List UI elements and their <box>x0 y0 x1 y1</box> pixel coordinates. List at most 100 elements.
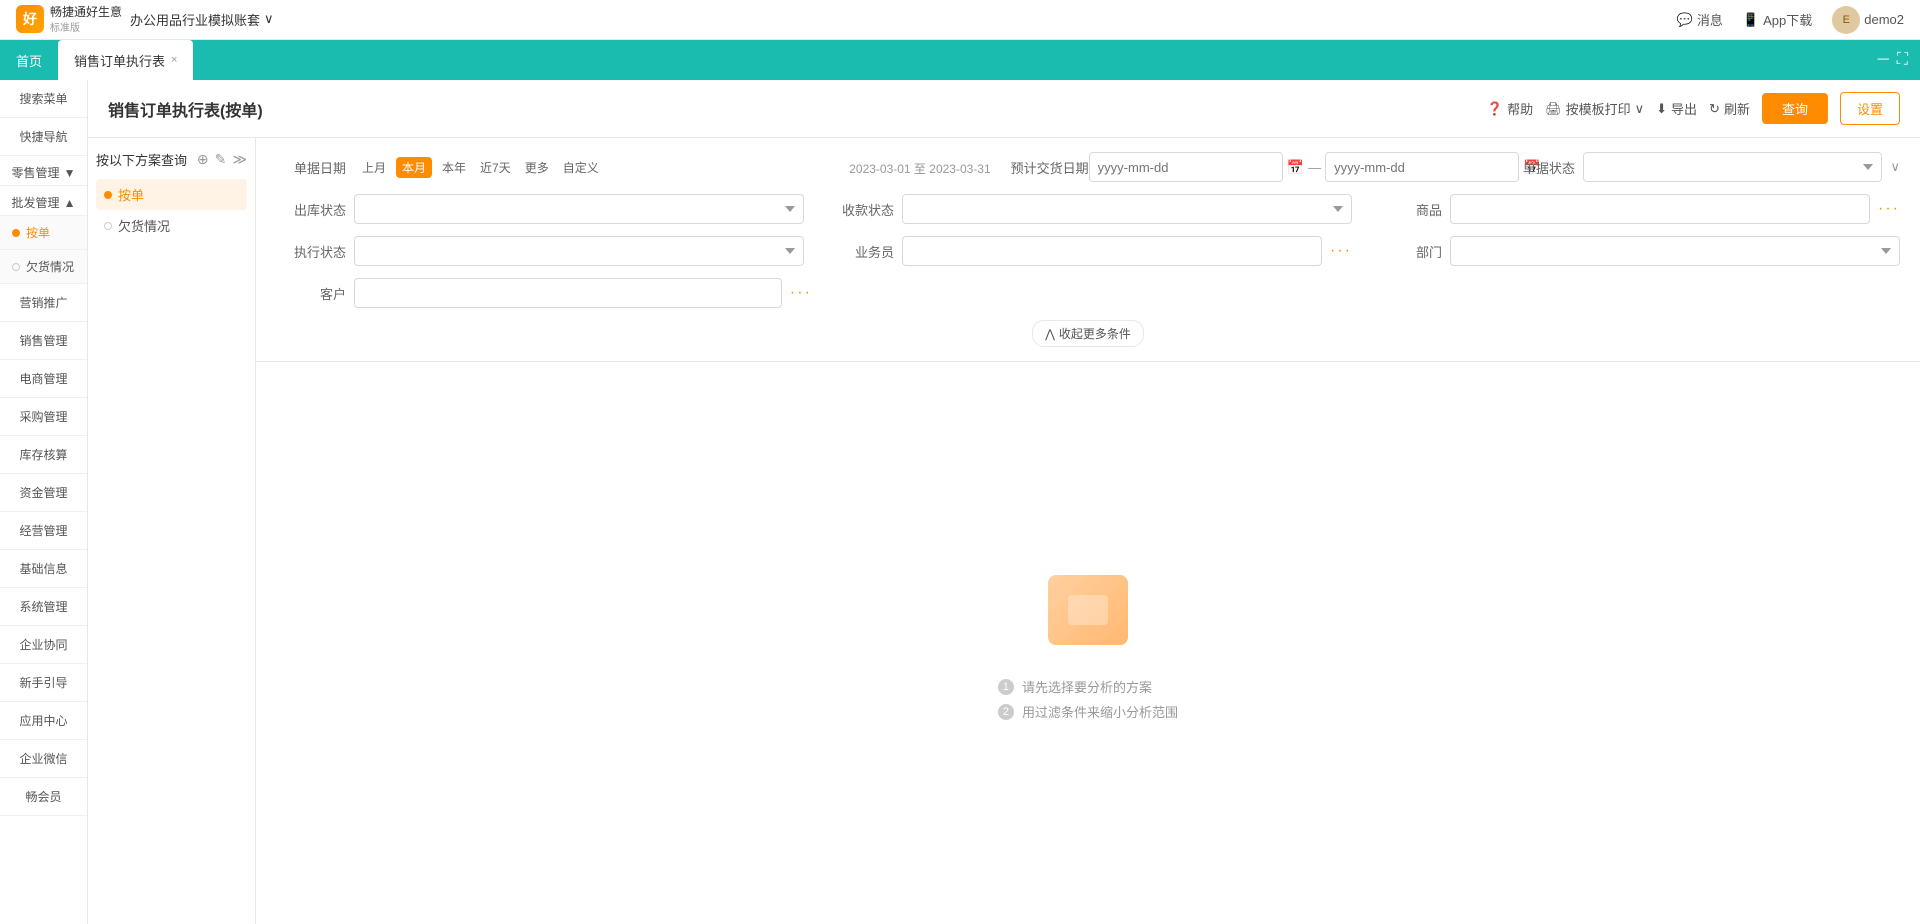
salesperson-more-icon[interactable]: ··· <box>1330 242 1352 260</box>
filter-group-customer: 客户 ··· <box>276 278 812 308</box>
sales-label: 销售管理 <box>19 334 67 348</box>
order-status-label: 单据状态 <box>1505 158 1575 177</box>
active-scheme-dot <box>104 191 112 199</box>
goods-more-icon[interactable]: ··· <box>1878 200 1900 218</box>
refresh-button[interactable]: ↻ 刷新 <box>1709 99 1750 118</box>
maximize-icon[interactable]: ⛶ <box>1897 51 1908 69</box>
payment-select[interactable] <box>902 194 1352 224</box>
sidebar-item-member[interactable]: 畅会员 <box>0 778 87 816</box>
filter-group-salesperson: 业务员 ··· <box>824 236 1352 266</box>
breadcrumb-chevron[interactable]: ∨ <box>264 11 274 27</box>
payment-label: 收款状态 <box>824 200 894 219</box>
hint-num-2: 2 <box>998 704 1014 720</box>
shortcut-7days[interactable]: 近7天 <box>476 157 515 178</box>
main-layout: 搜索菜单 快捷导航 零售管理 ▼ 批发管理 ▲ 按单 欠货情况 营销推广 <box>0 80 1920 924</box>
goods-input[interactable] <box>1450 194 1870 224</box>
left-panel-title: 按以下方案查询 <box>96 150 187 169</box>
sidebar-item-wholesale[interactable]: 批发管理 ▲ <box>0 186 87 216</box>
sidebar-item-retail[interactable]: 零售管理 ▼ <box>0 156 87 186</box>
filter-section: 单据日期 上月 本月 本年 近7天 更多 自定义 2023-03-01 至 20… <box>256 138 1920 362</box>
help-label: 帮助 <box>1507 99 1533 118</box>
tab-sales-order[interactable]: 销售订单执行表 × <box>58 40 193 80</box>
finance-label: 资金管理 <box>19 486 67 500</box>
wholesale-label: 批发管理 <box>12 194 60 211</box>
sidebar-item-marketing[interactable]: 营销推广 <box>0 284 87 322</box>
sidebar-item-finance[interactable]: 资金管理 <box>0 474 87 512</box>
breadcrumb: 办公用品行业模拟账套 ∨ <box>130 10 274 29</box>
dot-icon <box>12 263 20 271</box>
sidebar-sub-by-order[interactable]: 按单 <box>0 216 87 250</box>
marketing-label: 营销推广 <box>19 296 67 310</box>
sidebar-item-system[interactable]: 系统管理 <box>0 588 87 626</box>
sidebar-item-ecommerce[interactable]: 电商管理 <box>0 360 87 398</box>
empty-state: 1 请先选择要分析的方案 2 用过滤条件来缩小分析范围 <box>256 362 1920 924</box>
outbound-select[interactable] <box>354 194 804 224</box>
filter-row-1: 单据日期 上月 本月 本年 近7天 更多 自定义 2023-03-01 至 20… <box>276 152 1900 182</box>
shortcut-this-year[interactable]: 本年 <box>438 157 470 178</box>
expected-date-end[interactable] <box>1325 152 1519 182</box>
edit-scheme-icon[interactable]: ✎ <box>215 151 227 168</box>
app-icon: 📱 <box>1743 12 1759 28</box>
calendar-start-icon[interactable]: 📅 <box>1287 159 1304 176</box>
filter-group-payment: 收款状态 <box>824 194 1352 224</box>
active-dot-icon <box>12 229 20 237</box>
collapse-button[interactable]: ⋀ 收起更多条件 <box>1032 320 1144 347</box>
shortcut-more[interactable]: 更多 <box>521 157 553 178</box>
logo-area: 好 畅捷通好生意 标准版 <box>16 5 122 34</box>
sidebar-search[interactable]: 搜索菜单 <box>0 80 87 118</box>
topbar-right: 💬 消息 📱 App下载 E demo2 <box>1677 6 1904 34</box>
sidebar: 搜索菜单 快捷导航 零售管理 ▼ 批发管理 ▲ 按单 欠货情况 营销推广 <box>0 80 88 924</box>
date-range-expected: 📅 — 📅 <box>1089 152 1541 182</box>
filter-group-exec: 执行状态 <box>276 236 804 266</box>
filter-group-order-status: 单据状态 ∨ <box>1505 152 1900 182</box>
help-button[interactable]: ❓ 帮助 <box>1487 99 1533 118</box>
shortcut-custom[interactable]: 自定义 <box>559 157 603 178</box>
sidebar-item-inventory[interactable]: 库存核算 <box>0 436 87 474</box>
add-scheme-icon[interactable]: ⊕ <box>197 151 209 168</box>
expected-date-label: 预计交货日期 <box>1011 158 1081 177</box>
sidebar-quick-nav[interactable]: 快捷导航 <box>0 118 87 156</box>
exec-select[interactable] <box>354 236 804 266</box>
sidebar-sub-shortage[interactable]: 欠货情况 <box>0 250 87 284</box>
sidebar-item-purchase[interactable]: 采购管理 <box>0 398 87 436</box>
sidebar-item-guide[interactable]: 新手引导 <box>0 664 87 702</box>
tab-home[interactable]: 首页 <box>0 40 58 80</box>
order-status-select[interactable] <box>1583 152 1883 182</box>
export-button[interactable]: ⬇ 导出 <box>1656 99 1697 118</box>
salesperson-input[interactable] <box>902 236 1322 266</box>
scheme-by-order[interactable]: 按单 <box>96 179 247 210</box>
dept-select[interactable] <box>1450 236 1900 266</box>
retail-label: 零售管理 <box>12 164 60 181</box>
sidebar-item-enterprise[interactable]: 企业协同 <box>0 626 87 664</box>
print-button[interactable]: 🖨 按模板打印 ∨ <box>1545 99 1644 118</box>
expected-date-start[interactable] <box>1089 152 1283 182</box>
collapse-scheme-icon[interactable]: ≫ <box>232 151 247 168</box>
message-icon: 💬 <box>1677 12 1693 28</box>
tab-close-icon[interactable]: × <box>171 54 177 66</box>
set-button[interactable]: 设置 <box>1840 92 1900 125</box>
order-status-expand-icon[interactable]: ∨ <box>1890 159 1900 175</box>
wechat-label: 企业微信 <box>19 752 67 766</box>
sidebar-item-apps[interactable]: 应用中心 <box>0 702 87 740</box>
sidebar-item-sales[interactable]: 销售管理 <box>0 322 87 360</box>
user-avatar-area[interactable]: E demo2 <box>1832 6 1904 34</box>
app-download-button[interactable]: 📱 App下载 <box>1743 10 1812 29</box>
customer-input[interactable] <box>354 278 782 308</box>
filter-group-dept: 部门 <box>1372 236 1900 266</box>
member-label: 畅会员 <box>25 790 61 804</box>
messages-button[interactable]: 💬 消息 <box>1677 10 1723 29</box>
customer-more-icon[interactable]: ··· <box>790 284 812 302</box>
sidebar-item-wechat[interactable]: 企业微信 <box>0 740 87 778</box>
sidebar-item-operations[interactable]: 经营管理 <box>0 512 87 550</box>
hint-text-2: 用过滤条件来缩小分析范围 <box>1022 702 1178 721</box>
query-button[interactable]: 查询 <box>1762 93 1828 124</box>
salesperson-label: 业务员 <box>824 242 894 261</box>
minimize-icon[interactable]: ─ <box>1877 51 1888 69</box>
wholesale-arrow: ▲ <box>64 196 76 210</box>
sidebar-item-basic[interactable]: 基础信息 <box>0 550 87 588</box>
shortcut-this-month[interactable]: 本月 <box>396 157 432 178</box>
scheme-shortage[interactable]: 欠货情况 <box>96 210 247 241</box>
sub-by-order-label: 按单 <box>26 224 50 241</box>
shortcut-last-month[interactable]: 上月 <box>358 157 390 178</box>
left-panel-icons: ⊕ ✎ ≫ <box>197 151 247 168</box>
